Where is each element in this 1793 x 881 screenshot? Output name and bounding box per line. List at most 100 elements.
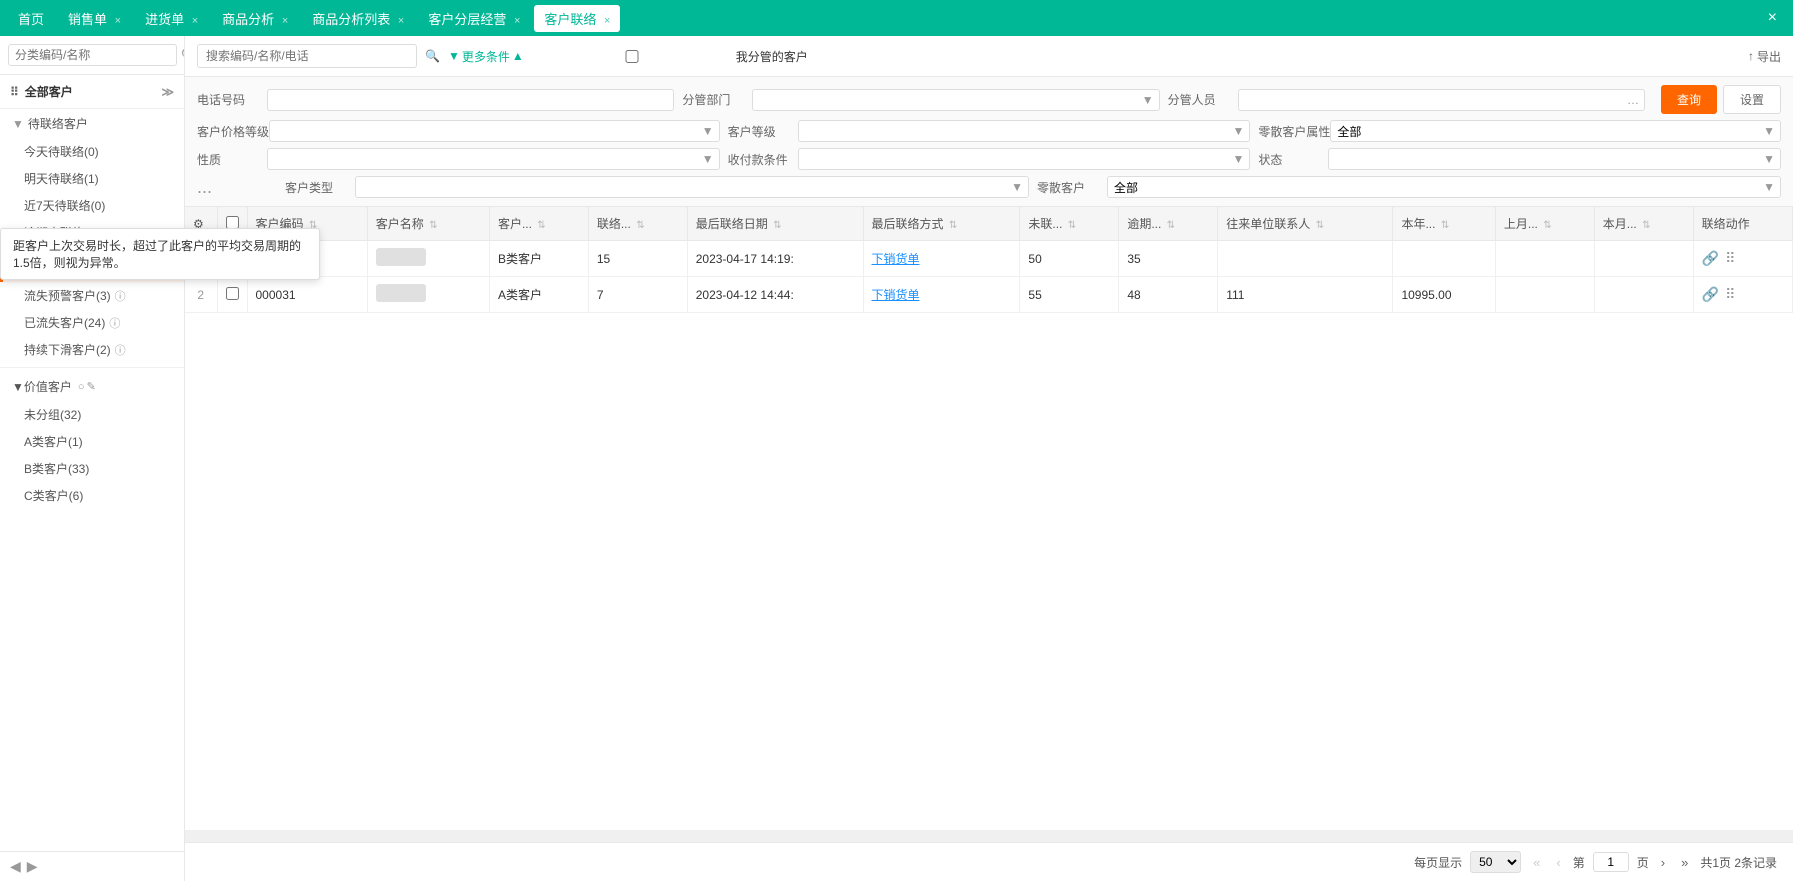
sidebar-item-7days[interactable]: 近7天待联络(0)	[0, 192, 184, 219]
sidebar-item-class-a[interactable]: A类客户(1)	[0, 428, 184, 455]
first-page-button[interactable]: «	[1529, 853, 1544, 872]
col-actions: 联络动作	[1693, 207, 1792, 241]
nav-customer-segment[interactable]: 客户分层经营 ×	[418, 5, 530, 32]
my-customer-checkbox[interactable]	[532, 50, 732, 63]
nature-input[interactable]	[267, 148, 720, 170]
manager-input[interactable]	[1238, 89, 1645, 111]
row-contact-count-1: 7	[588, 277, 687, 313]
sort-method-icon[interactable]: ⇅	[949, 220, 957, 231]
sort-lmonth-icon[interactable]: ⇅	[1543, 220, 1551, 231]
prev-page-button[interactable]: ‹	[1552, 853, 1564, 872]
all-customers-header[interactable]: ⠿ 全部客户 ≫	[0, 75, 184, 109]
row-checkbox-1[interactable]	[217, 277, 247, 313]
per-page-select[interactable]: 20 50 100 200	[1470, 851, 1521, 873]
chevron-up-icon: ▲	[512, 49, 524, 63]
row-name-0[interactable]	[367, 241, 489, 277]
price-level-field: 客户价格等级 ▼	[197, 120, 720, 142]
sidebar-right-arrow[interactable]: ▶	[27, 858, 38, 875]
more-options-button[interactable]: ...	[197, 178, 212, 196]
customer-level-input[interactable]	[798, 120, 1251, 142]
sort-year-icon[interactable]: ⇅	[1441, 220, 1449, 231]
dept-input[interactable]	[752, 89, 1159, 111]
row-code-1: 000031	[247, 277, 367, 313]
price-level-wrap: ▼	[269, 120, 720, 142]
next-page-button[interactable]: ›	[1657, 853, 1669, 872]
status-label: 状态	[1258, 151, 1328, 168]
nav-customer-contact-close[interactable]: ×	[604, 15, 610, 27]
pending-contact-header[interactable]: ▼ 待联络客户	[0, 109, 184, 138]
nav-customer-segment-close[interactable]: ×	[514, 15, 520, 27]
manager-field: 分管人员 …	[1168, 89, 1645, 111]
sidebar-item-churn-warning[interactable]: 流失预警客户(3) ⓘ	[0, 282, 184, 309]
last-page-button[interactable]: »	[1677, 853, 1692, 872]
phone-input[interactable]	[267, 89, 674, 111]
query-button[interactable]: 查询	[1661, 85, 1717, 114]
row-last-method-1[interactable]: 下销货单	[863, 277, 1020, 313]
info-icon-declining: ⓘ	[115, 342, 126, 358]
customer-type-input[interactable]	[355, 176, 1029, 198]
retail-attr-input[interactable]	[1330, 120, 1781, 142]
nav-product-list[interactable]: 商品分析列表 ×	[302, 5, 414, 32]
sidebar-collapse-btn[interactable]: ≫	[161, 85, 174, 99]
action-link-icon-0[interactable]: 🔗	[1702, 250, 1719, 267]
col-last-method: 最后联络方式 ⇅	[863, 207, 1020, 241]
sidebar-item-declining[interactable]: 持续下滑客户(2) ⓘ	[0, 336, 184, 363]
export-button[interactable]: ↑ 导出	[1748, 48, 1781, 65]
sidebar-item-today[interactable]: 今天待联络(0)	[0, 138, 184, 165]
sort-name-icon[interactable]: ⇅	[429, 220, 437, 231]
pending-contact-group: ▼ 待联络客户 今天待联络(0) 明天待联络(1) 近7天待联络(0) 逾期未联…	[0, 109, 184, 246]
col-contacts: 往来单位联系人 ⇅	[1218, 207, 1393, 241]
payment-input[interactable]	[798, 148, 1251, 170]
col-type: 客户... ⇅	[489, 207, 588, 241]
sort-uncontacted-icon[interactable]: ⇅	[1068, 220, 1076, 231]
action-grid-icon-1[interactable]: ⠿	[1725, 286, 1735, 303]
search-input[interactable]	[197, 44, 417, 68]
sort-contacts-icon[interactable]: ⇅	[1316, 220, 1324, 231]
nav-purchase[interactable]: 进货单 ×	[135, 5, 208, 32]
nav-sales-close[interactable]: ×	[115, 15, 121, 27]
value-edit-icon[interactable]: ✎	[87, 380, 96, 393]
category-search-input[interactable]	[8, 44, 177, 66]
sidebar-item-class-b[interactable]: B类客户(33)	[0, 455, 184, 482]
row-actions-1: 🔗 ⠿	[1693, 277, 1792, 313]
sort-overdue-icon[interactable]: ⇅	[1167, 220, 1175, 231]
retail-customer-input[interactable]	[1107, 176, 1781, 198]
sort-contact-icon[interactable]: ⇅	[636, 220, 644, 231]
nav-purchase-close[interactable]: ×	[192, 15, 198, 27]
sort-tmonth-icon[interactable]: ⇅	[1642, 220, 1650, 231]
sidebar-item-churned[interactable]: 已流失客户(24) ⓘ	[0, 309, 184, 336]
row-last-method-0[interactable]: 下销货单	[863, 241, 1020, 277]
action-link-icon-1[interactable]: 🔗	[1702, 286, 1719, 303]
sort-date-icon[interactable]: ⇅	[773, 220, 781, 231]
retail-attr-wrap: ▼	[1330, 120, 1781, 142]
sidebar-item-tomorrow[interactable]: 明天待联络(1)	[0, 165, 184, 192]
nav-product-analysis[interactable]: 商品分析 ×	[212, 5, 298, 32]
sidebar-item-class-c[interactable]: C类客户(6)	[0, 482, 184, 509]
more-btn-field: ...	[197, 178, 277, 196]
settings-button[interactable]: 设置	[1723, 85, 1781, 114]
search-icon[interactable]: 🔍	[425, 49, 440, 63]
my-customer-checkbox-area[interactable]: 我分管的客户	[532, 48, 808, 65]
retail-customer-label: 零散客户	[1037, 179, 1107, 196]
nav-product-list-close[interactable]: ×	[398, 15, 404, 27]
page-number-input[interactable]	[1593, 852, 1629, 872]
sidebar-item-ungrouped[interactable]: 未分组(32)	[0, 401, 184, 428]
value-circle-icon: ○	[78, 381, 85, 393]
window-close-button[interactable]: ×	[1760, 5, 1785, 31]
value-customer-header[interactable]: ▼ 价值客户 ○ ✎	[0, 372, 184, 401]
nav-product-analysis-close[interactable]: ×	[282, 15, 288, 27]
info-icon-churn: ⓘ	[115, 288, 126, 304]
horizontal-scrollbar[interactable]	[185, 830, 1793, 842]
nav-home[interactable]: 首页	[8, 5, 54, 32]
price-level-input[interactable]	[269, 120, 720, 142]
more-filters-button[interactable]: ▼ 更多条件 ▲	[448, 48, 524, 65]
sort-type-icon[interactable]: ⇅	[537, 220, 545, 231]
nav-customer-contact[interactable]: 客户联络 ×	[534, 5, 620, 32]
filter-bar: 🔍 ▼ 更多条件 ▲ 我分管的客户 ↑ 导出	[185, 36, 1793, 77]
select-all-checkbox[interactable]	[226, 216, 239, 229]
action-grid-icon-0[interactable]: ⠿	[1725, 250, 1735, 267]
sidebar-left-arrow[interactable]: ◀	[10, 858, 21, 875]
status-input[interactable]	[1328, 148, 1781, 170]
row-name-1[interactable]	[367, 277, 489, 313]
nav-sales[interactable]: 销售单 ×	[58, 5, 131, 32]
